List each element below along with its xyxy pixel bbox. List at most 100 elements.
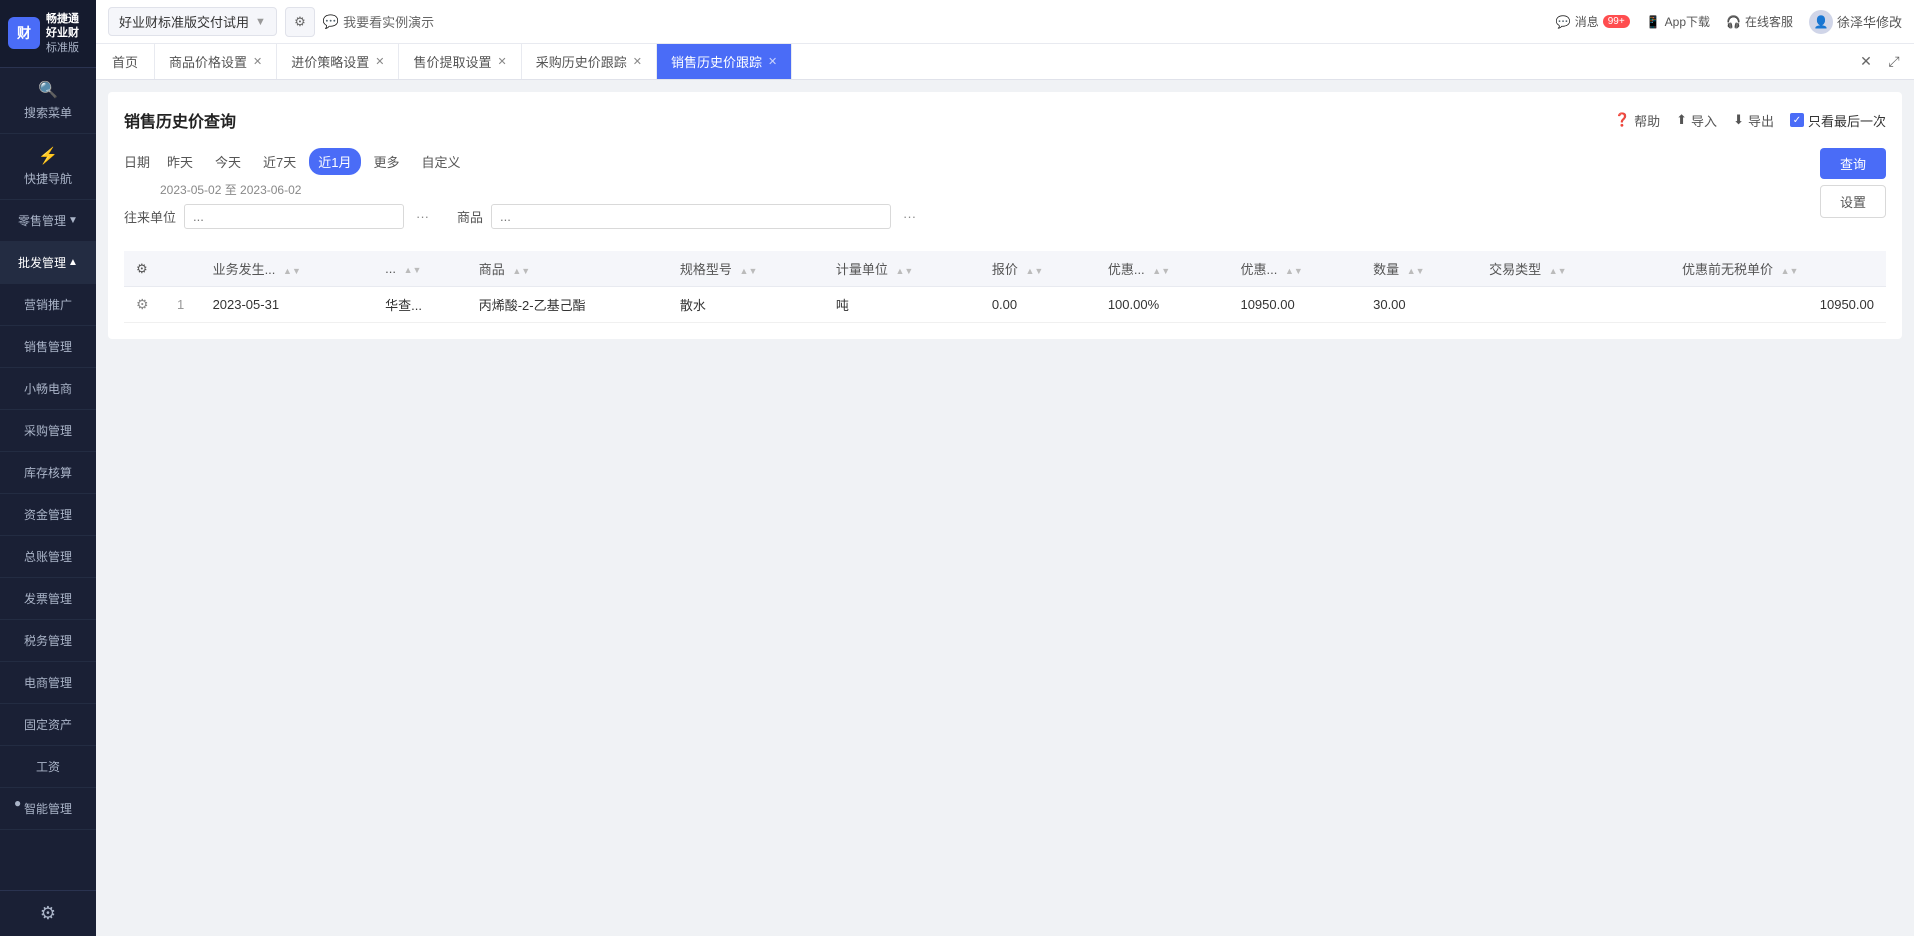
tab-price-extract[interactable]: 售价提取设置 ✕ xyxy=(399,44,521,80)
sidebar-item-fixed-assets[interactable]: 固定资产 xyxy=(0,704,96,746)
goods-input[interactable] xyxy=(491,204,891,229)
row-gear-cell[interactable]: ⚙ xyxy=(124,287,161,323)
date-btn-yesterday[interactable]: 昨天 xyxy=(158,148,202,175)
date-btn-1month[interactable]: 近1月 xyxy=(309,148,360,175)
date-btn-today[interactable]: 今天 xyxy=(206,148,250,175)
tab-actions: ✕ ⤢ xyxy=(1846,50,1914,74)
date-btn-7days[interactable]: 近7天 xyxy=(254,148,305,175)
row-pretax-price: 10950.00 xyxy=(1670,287,1886,323)
close-tab-button[interactable]: ✕ xyxy=(1854,50,1878,74)
only-last-checkbox[interactable]: ✓ 只看最后一次 xyxy=(1790,111,1886,130)
sidebar-item-wholesale[interactable]: 批发管理 ▲ xyxy=(0,242,96,284)
tab-home[interactable]: 首页 xyxy=(96,44,155,80)
close-icon[interactable]: ✕ xyxy=(498,55,507,68)
help-link[interactable]: ❓ 帮助 xyxy=(1614,111,1660,130)
date-range-display: 2023-05-02 至 2023-06-02 xyxy=(124,181,1804,198)
import-link[interactable]: ⬆ 导入 xyxy=(1676,111,1717,130)
logo-icon: 财 xyxy=(8,17,40,49)
th-pretax-price[interactable]: 优惠前无税单价 ▲▼ xyxy=(1670,251,1886,287)
sidebar-item-label: 营销推广 xyxy=(24,296,72,313)
sidebar-item-retail[interactable]: 零售管理 ▼ xyxy=(0,200,96,242)
sidebar-item-marketing[interactable]: 营销推广 xyxy=(0,284,96,326)
close-icon[interactable]: ✕ xyxy=(768,55,777,68)
row-unit: 吨 xyxy=(824,287,980,323)
row-price: 0.00 xyxy=(980,287,1096,323)
sidebar-item-tax[interactable]: 税务管理 xyxy=(0,620,96,662)
sidebar-item-inventory[interactable]: 库存核算 xyxy=(0,452,96,494)
app-download-button[interactable]: 📱 App下载 xyxy=(1646,13,1710,30)
row-index: 1 xyxy=(161,287,201,323)
tab-price-setting[interactable]: 商品价格设置 ✕ xyxy=(155,44,277,80)
content-area: 销售历史价查询 ❓ 帮助 ⬆ 导入 ⬇ 导出 ✓ xyxy=(96,80,1914,936)
tab-purchase-history[interactable]: 采购历史价跟踪 ✕ xyxy=(522,44,657,80)
checkbox-icon: ✓ xyxy=(1790,113,1804,127)
th-gear[interactable]: ⚙ xyxy=(124,251,161,287)
sidebar: 财 畅捷通好业财 标准版 🔍 搜索菜单 ⚡ 快捷导航 零售管理 ▼ 批发管理 ▲… xyxy=(0,0,96,936)
row-gear-icon[interactable]: ⚙ xyxy=(136,296,149,312)
date-filter-group: 日期 昨天 今天 近7天 近1月 更多 自定义 xyxy=(124,148,1804,175)
export-link[interactable]: ⬇ 导出 xyxy=(1733,111,1774,130)
th-spec[interactable]: 规格型号 ▲▼ xyxy=(668,251,824,287)
sort-icon: ▲▼ xyxy=(512,266,530,276)
th-discount-rate[interactable]: 优惠... ▲▼ xyxy=(1096,251,1229,287)
row-biz-date: 2023-05-31 xyxy=(201,287,374,323)
sidebar-item-sales-mgmt[interactable]: 销售管理 xyxy=(0,326,96,368)
table-gear-icon[interactable]: ⚙ xyxy=(136,261,148,276)
th-qty[interactable]: 数量 ▲▼ xyxy=(1361,251,1477,287)
module-settings-button[interactable]: ⚙ xyxy=(285,7,315,37)
th-col3[interactable]: ... ▲▼ xyxy=(373,251,467,287)
sidebar-item-accounts[interactable]: 总账管理 xyxy=(0,536,96,578)
top-bar-left: 好业财标准版交付试用 ▼ ⚙ 💬 我要看实例演示 xyxy=(108,7,1548,37)
th-biz-date[interactable]: 业务发生... ▲▼ xyxy=(201,251,374,287)
module-selector-label: 好业财标准版交付试用 xyxy=(119,12,249,31)
sidebar-item-search[interactable]: 🔍 搜索菜单 xyxy=(0,68,96,134)
sidebar-item-xiao-chang[interactable]: 小畅电商 xyxy=(0,368,96,410)
tab-label: 售价提取设置 xyxy=(413,52,491,71)
source-unit-input[interactable] xyxy=(184,204,404,229)
online-service-button[interactable]: 🎧 在线客服 xyxy=(1726,13,1793,30)
sidebar-item-finance[interactable]: 资金管理 xyxy=(0,494,96,536)
module-selector[interactable]: 好业财标准版交付试用 ▼ xyxy=(108,7,277,36)
sidebar-item-label: 搜索菜单 xyxy=(24,104,72,121)
sidebar-gear-icon[interactable]: ⚙ xyxy=(40,903,56,923)
sidebar-item-ecommerce[interactable]: 电商管理 xyxy=(0,662,96,704)
row-discount-price: 10950.00 xyxy=(1228,287,1361,323)
close-icon[interactable]: ✕ xyxy=(375,55,384,68)
sort-icon: ▲▼ xyxy=(896,266,914,276)
sidebar-item-invoice[interactable]: 发票管理 xyxy=(0,578,96,620)
sidebar-item-salary[interactable]: 工资 xyxy=(0,746,96,788)
export-icon: ⬇ xyxy=(1733,112,1744,128)
close-icon[interactable]: ✕ xyxy=(633,55,642,68)
sidebar-settings[interactable]: ⚙ xyxy=(0,890,96,936)
maximize-tab-button[interactable]: ⤢ xyxy=(1882,50,1906,74)
sidebar-item-smart-mgmt[interactable]: ● 智能管理 xyxy=(0,788,96,830)
sort-icon: ▲▼ xyxy=(1407,266,1425,276)
sort-icon: ▲▼ xyxy=(283,266,301,276)
message-icon: 💬 xyxy=(1556,15,1571,29)
settings-button[interactable]: 设置 xyxy=(1820,185,1886,218)
sidebar-item-purchase[interactable]: 采购管理 xyxy=(0,410,96,452)
main-area: 好业财标准版交付试用 ▼ ⚙ 💬 我要看实例演示 💬 消息 99+ 📱 App下… xyxy=(96,0,1914,936)
th-discount-price[interactable]: 优惠... ▲▼ xyxy=(1228,251,1361,287)
goods-more-icon[interactable]: ··· xyxy=(899,209,920,224)
date-btn-custom[interactable]: 自定义 xyxy=(413,148,470,175)
row-col3: 华查... xyxy=(373,287,467,323)
date-btn-more[interactable]: 更多 xyxy=(365,148,409,175)
th-unit[interactable]: 计量单位 ▲▼ xyxy=(824,251,980,287)
tab-purchase-strategy[interactable]: 进价策略设置 ✕ xyxy=(277,44,399,80)
sidebar-item-label: 库存核算 xyxy=(24,464,72,481)
user-info[interactable]: 👤 徐泽华修改 xyxy=(1809,10,1902,34)
sidebar-item-label: 电商管理 xyxy=(24,674,72,691)
message-button[interactable]: 💬 消息 99+ xyxy=(1556,13,1630,30)
th-goods[interactable]: 商品 ▲▼ xyxy=(467,251,668,287)
sidebar-item-quick-nav[interactable]: ⚡ 快捷导航 xyxy=(0,134,96,200)
source-unit-more-icon[interactable]: ··· xyxy=(412,209,433,224)
demo-link[interactable]: 💬 我要看实例演示 xyxy=(323,12,434,31)
close-icon[interactable]: ✕ xyxy=(253,55,262,68)
th-trade-type[interactable]: 交易类型 ▲▼ xyxy=(1477,251,1633,287)
row-spacer xyxy=(1633,287,1670,323)
tab-sales-history[interactable]: 销售历史价跟踪 ✕ xyxy=(657,44,792,80)
query-button[interactable]: 查询 xyxy=(1820,148,1886,179)
row-spec: 散水 xyxy=(668,287,824,323)
th-price[interactable]: 报价 ▲▼ xyxy=(980,251,1096,287)
